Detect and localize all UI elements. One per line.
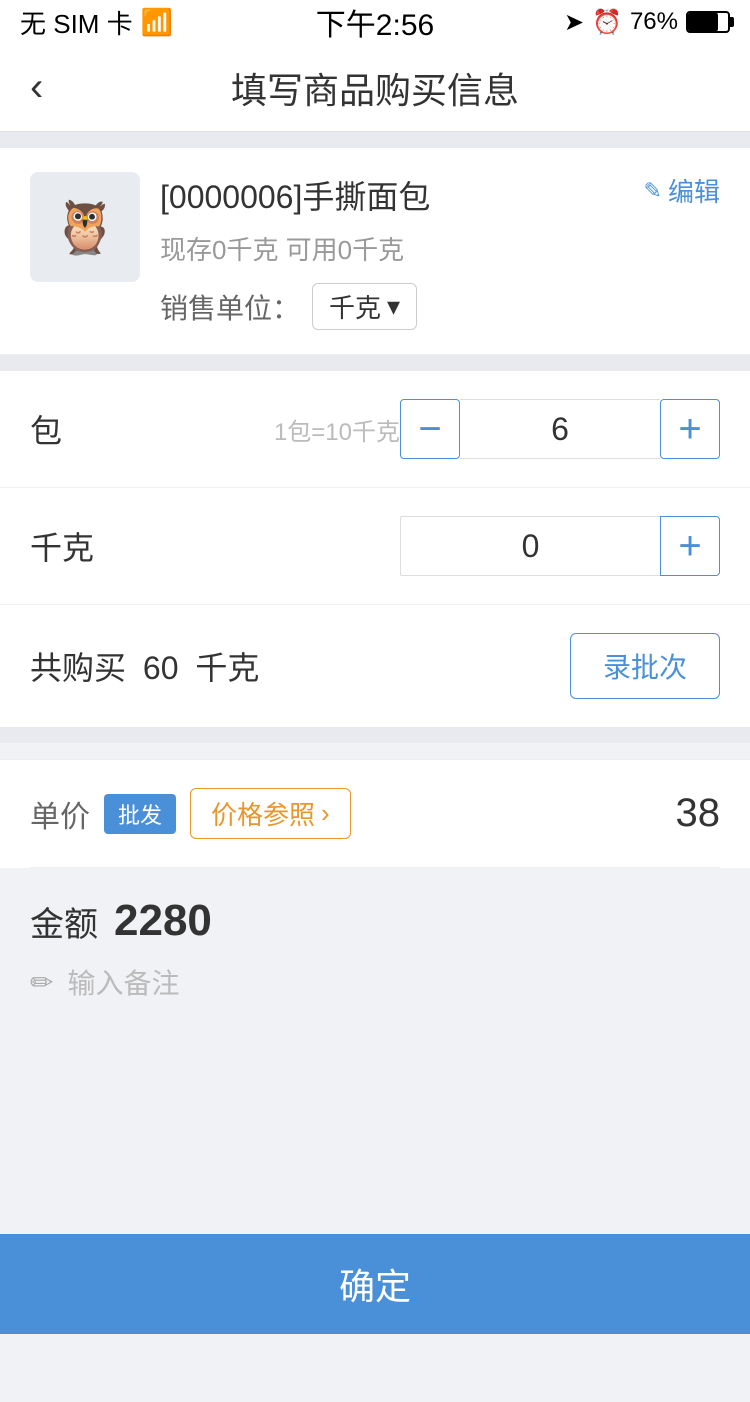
price-section: 单价 批发 价格参照 › 38 bbox=[0, 759, 750, 868]
wifi-icon: 📶 bbox=[141, 7, 173, 38]
status-time: 下午2:56 bbox=[316, 0, 434, 44]
alarm-icon: ⏰ bbox=[592, 8, 622, 37]
total-unit: 千克 bbox=[195, 650, 259, 686]
nav-bar: ‹ 填写商品购买信息 bbox=[0, 44, 750, 132]
price-ref-label: 价格参照 bbox=[211, 795, 315, 832]
unit-chevron-icon: ▾ bbox=[387, 291, 400, 322]
price-value: 38 bbox=[676, 791, 721, 836]
page-title: 填写商品购买信息 bbox=[231, 62, 519, 114]
content-area bbox=[0, 1022, 750, 1402]
amount-value: 2280 bbox=[114, 896, 212, 946]
package-plus-button[interactable]: + bbox=[660, 399, 720, 459]
package-hint: 1包=10千克 bbox=[274, 412, 400, 447]
location-icon: ➤ bbox=[564, 8, 584, 37]
kg-input[interactable] bbox=[400, 516, 660, 576]
total-label: 共购买 bbox=[30, 650, 126, 686]
back-button[interactable]: ‹ bbox=[30, 65, 43, 110]
amount-row: 金额 2280 bbox=[30, 896, 720, 946]
kg-label: 千克 bbox=[30, 523, 400, 569]
remark-row[interactable]: ✏ 输入备注 bbox=[30, 962, 720, 1002]
product-image: 🦉 bbox=[30, 172, 140, 282]
battery-icon bbox=[686, 11, 730, 33]
status-bar: 无 SIM 卡 📶 下午2:56 ➤ ⏰ 76% bbox=[0, 0, 750, 44]
price-label: 单价 bbox=[30, 792, 90, 836]
kg-quantity-row: 千克 + bbox=[0, 488, 750, 605]
kg-controls: + bbox=[400, 516, 720, 576]
mid-divider1 bbox=[0, 355, 750, 371]
product-info: [0000006]手撕面包 现存0千克 可用0千克 销售单位： 千克 ▾ bbox=[160, 172, 720, 330]
package-minus-button[interactable]: − bbox=[400, 399, 460, 459]
confirm-label: 确定 bbox=[339, 1258, 411, 1310]
price-ref-button[interactable]: 价格参照 › bbox=[190, 788, 351, 839]
status-left: 无 SIM 卡 📶 bbox=[20, 4, 173, 41]
amount-label: 金额 bbox=[30, 897, 98, 946]
batch-button[interactable]: 录批次 bbox=[570, 633, 720, 699]
product-stock: 现存0千克 可用0千克 bbox=[160, 230, 720, 267]
battery-text: 76% bbox=[630, 8, 678, 36]
product-name: [0000006]手撕面包 bbox=[160, 172, 720, 218]
amount-section: 金额 2280 ✏ 输入备注 bbox=[0, 868, 750, 1022]
top-divider bbox=[0, 132, 750, 148]
unit-label: 销售单位： bbox=[160, 287, 300, 327]
confirm-button[interactable]: 确定 bbox=[0, 1234, 750, 1334]
package-label: 包 bbox=[30, 406, 264, 452]
package-controls: − + bbox=[400, 399, 720, 459]
remark-icon: ✏ bbox=[30, 966, 53, 999]
product-thumbnail: 🦉 bbox=[53, 197, 118, 258]
product-card: 🦉 [0000006]手撕面包 现存0千克 可用0千克 销售单位： 千克 ▾ ✎… bbox=[0, 148, 750, 355]
price-ref-arrow-icon: › bbox=[321, 798, 330, 829]
package-quantity-row: 包 1包=10千克 − + bbox=[0, 371, 750, 488]
status-right: ➤ ⏰ 76% bbox=[564, 8, 730, 37]
carrier-text: 无 SIM 卡 bbox=[20, 4, 133, 41]
edit-icon: ✎ bbox=[644, 178, 662, 204]
total-text: 共购买 60 千克 bbox=[30, 643, 259, 689]
package-input[interactable] bbox=[460, 399, 660, 459]
edit-label: 编辑 bbox=[668, 172, 720, 209]
price-tag: 批发 bbox=[104, 794, 176, 834]
unit-select[interactable]: 千克 ▾ bbox=[312, 283, 417, 330]
unit-value: 千克 bbox=[329, 288, 381, 325]
edit-button[interactable]: ✎ 编辑 bbox=[644, 172, 720, 209]
total-amount: 60 bbox=[143, 650, 179, 686]
total-row: 共购买 60 千克 录批次 bbox=[0, 605, 750, 727]
kg-plus-button[interactable]: + bbox=[660, 516, 720, 576]
mid-divider2 bbox=[0, 727, 750, 743]
remark-text: 输入备注 bbox=[67, 962, 179, 1002]
price-row: 单价 批发 价格参照 › 38 bbox=[30, 788, 720, 868]
product-unit-row: 销售单位： 千克 ▾ bbox=[160, 283, 720, 330]
